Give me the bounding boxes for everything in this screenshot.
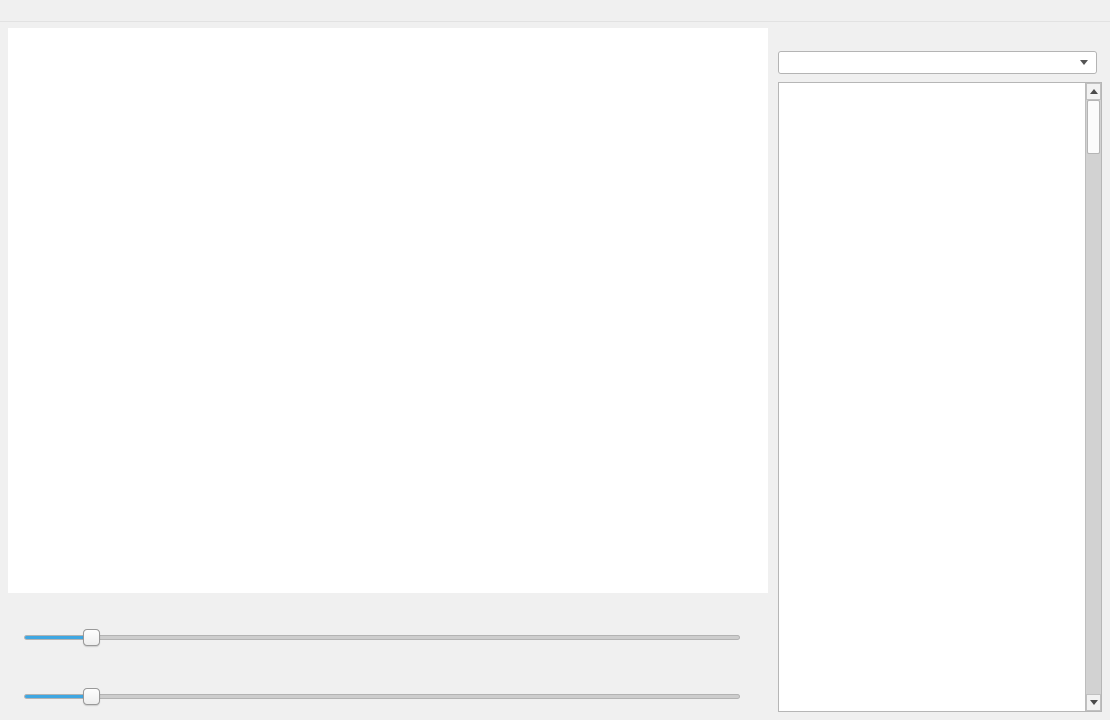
azimuth-slider-row — [0, 629, 770, 646]
plot-type-combobox[interactable] — [778, 51, 1097, 74]
elevation-slider-handle[interactable] — [83, 688, 100, 705]
menu-bar — [0, 0, 1110, 22]
triangle-down-icon — [1090, 700, 1098, 705]
scroll-down-button[interactable] — [1086, 694, 1101, 711]
vertical-scrollbar[interactable] — [1085, 83, 1101, 711]
azimuth-slider-handle[interactable] — [83, 629, 100, 646]
table-body — [779, 83, 1085, 711]
menu-about[interactable] — [20, 9, 40, 13]
azimuth-slider-fill — [25, 636, 87, 639]
chevron-down-icon — [1080, 60, 1088, 65]
elevation-slider-fill — [25, 695, 87, 698]
scrollbar-thumb[interactable] — [1087, 100, 1100, 154]
elevation-slider[interactable] — [24, 688, 740, 705]
triangle-up-icon — [1090, 89, 1098, 94]
azimuth-slider-track[interactable] — [24, 635, 740, 640]
azimuth-slider[interactable] — [24, 629, 740, 646]
elevation-slider-track[interactable] — [24, 694, 740, 699]
3d-wireframe-plot — [8, 28, 768, 593]
plot-figure — [8, 28, 768, 593]
scroll-up-button[interactable] — [1086, 83, 1101, 100]
data-table — [778, 82, 1102, 712]
menu-file[interactable] — [0, 9, 20, 13]
elevation-slider-row — [0, 688, 770, 705]
